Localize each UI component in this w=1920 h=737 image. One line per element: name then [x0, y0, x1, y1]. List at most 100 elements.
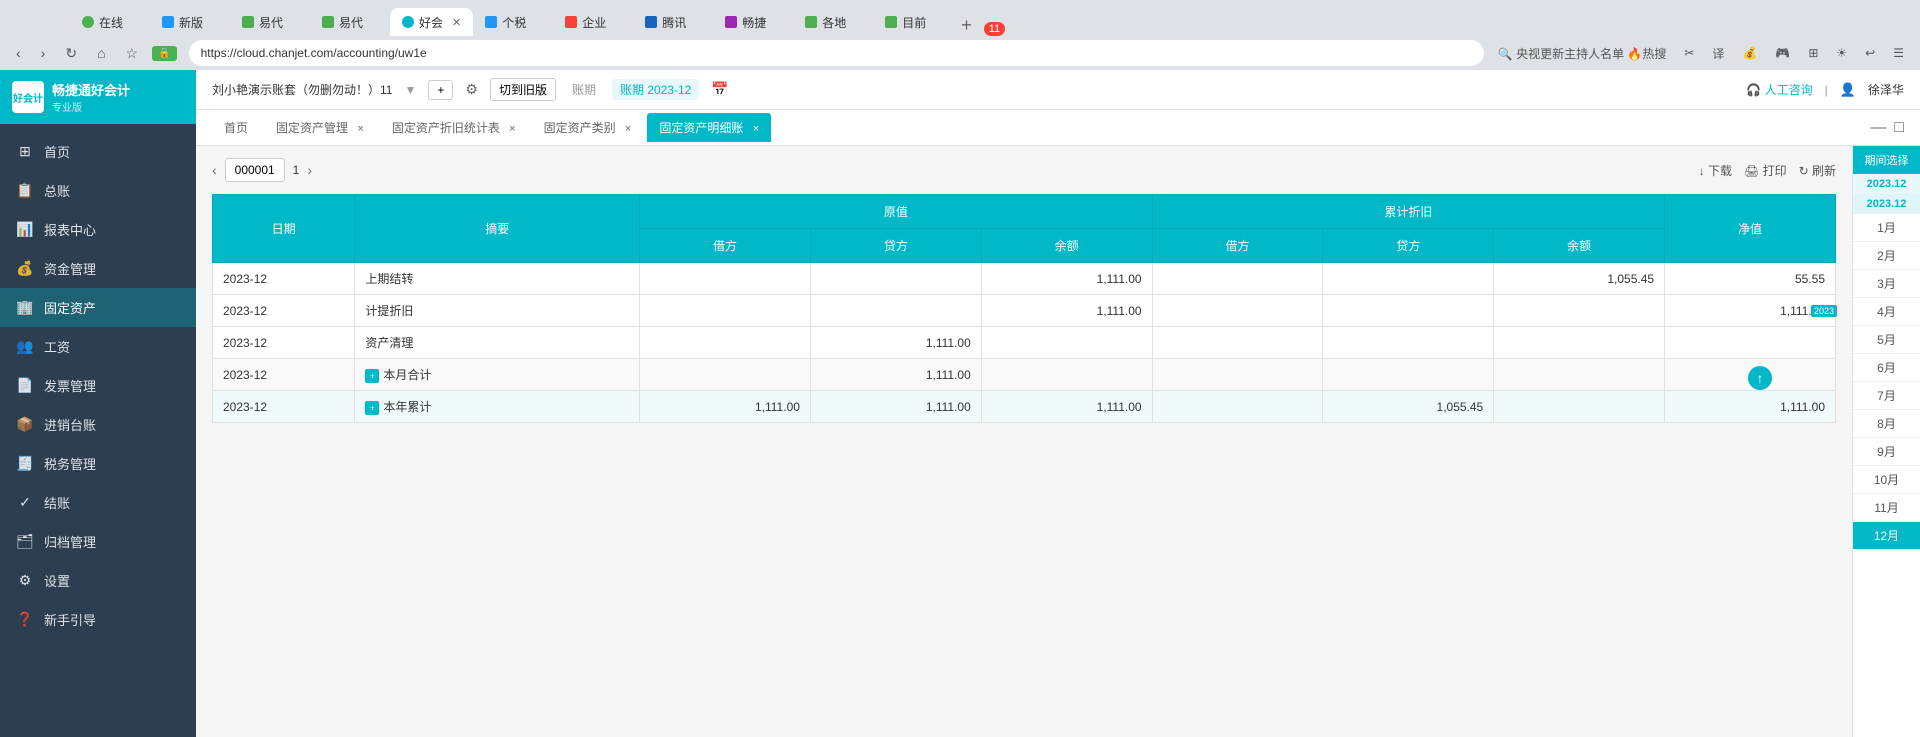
- theme-button[interactable]: ☀: [1830, 44, 1853, 62]
- menu-button[interactable]: ☰: [1887, 44, 1910, 62]
- period-year-active[interactable]: 2023.12: [1853, 194, 1920, 214]
- period-month-3[interactable]: 3月: [1853, 270, 1920, 298]
- period-year-2023[interactable]: 2023.12: [1853, 174, 1920, 194]
- cell-accum-balance: [1494, 359, 1665, 391]
- period-month-8[interactable]: 8月: [1853, 410, 1920, 438]
- tab-label: 腾讯: [662, 14, 686, 31]
- customer-service-button[interactable]: 🎧 人工咨询: [1746, 81, 1812, 98]
- th-accum-credit: 贷方: [1323, 229, 1494, 263]
- tab-depreciation-stats-close[interactable]: ×: [509, 123, 515, 135]
- cut-button[interactable]: ✂: [1678, 44, 1700, 62]
- browser-tab-yidai1[interactable]: 易代: [230, 8, 310, 36]
- tab-favicon: [82, 16, 94, 28]
- browser-tab-gedi[interactable]: 各地: [793, 8, 873, 36]
- sidebar-item-home[interactable]: ⊞ 首页: [0, 132, 196, 171]
- period-month-5[interactable]: 5月: [1853, 326, 1920, 354]
- grid-button[interactable]: ⊞: [1802, 44, 1824, 62]
- sidebar-item-archive[interactable]: 🗂 归档管理: [0, 522, 196, 561]
- forward-button[interactable]: ›: [35, 43, 52, 63]
- scroll-up-button[interactable]: ↑: [1748, 366, 1772, 390]
- tab-close-icon[interactable]: ✕: [452, 16, 461, 29]
- sidebar-item-settings[interactable]: ⚙ 设置: [0, 561, 196, 600]
- tab-fixed-assets-mgmt-close[interactable]: ×: [357, 123, 363, 135]
- sidebar-item-guide[interactable]: ❓ 新手引导: [0, 600, 196, 639]
- translate-button[interactable]: 译: [1706, 43, 1730, 64]
- game-button[interactable]: 🎮: [1769, 44, 1796, 62]
- bookmark-button[interactable]: ☆: [120, 43, 145, 64]
- sidebar-label-archive: 归档管理: [44, 532, 96, 551]
- sidebar-item-inventory[interactable]: 📦 进销台账: [0, 405, 196, 444]
- prev-record-button[interactable]: ‹: [212, 162, 217, 178]
- browser-tab-geshui[interactable]: 个税: [473, 8, 553, 36]
- next-record-button[interactable]: ›: [307, 162, 312, 178]
- period-month-12[interactable]: 12月: [1853, 522, 1920, 550]
- sidebar-label-guide: 新手引导: [44, 610, 96, 629]
- calendar-button[interactable]: 📅: [711, 81, 728, 98]
- tab-asset-detail-close[interactable]: ×: [753, 123, 759, 135]
- browser-tab-online[interactable]: 在线: [70, 8, 150, 36]
- tab-depreciation-stats[interactable]: 固定资产折旧统计表 ×: [380, 113, 528, 142]
- company-name: 刘小艳演示账套（勿删勿动！）11: [212, 81, 392, 98]
- period-month-4[interactable]: 4月: [1853, 298, 1920, 326]
- new-tab-button[interactable]: +: [953, 15, 980, 36]
- tab-favicon: [805, 16, 817, 28]
- tab-label: 易代: [259, 14, 283, 31]
- sidebar-label-closing: 结账: [44, 493, 70, 512]
- tab-asset-detail-label: 固定资产明细账: [659, 121, 743, 135]
- browser-tab-tengxun[interactable]: 腾讯: [633, 8, 713, 36]
- print-button[interactable]: 🖨 打印: [1744, 162, 1787, 179]
- tab-asset-detail[interactable]: 固定资产明细账 ×: [647, 113, 771, 142]
- sidebar-item-tax[interactable]: 🧾 税务管理: [0, 444, 196, 483]
- browser-tab-muqian[interactable]: 目前: [873, 8, 953, 36]
- record-number-input[interactable]: [225, 158, 285, 182]
- settings-small-button[interactable]: ⚙: [465, 81, 478, 98]
- tab-home[interactable]: 首页: [212, 113, 260, 142]
- undo-button[interactable]: ↩: [1859, 44, 1881, 62]
- sidebar-item-salary[interactable]: 👥 工资: [0, 327, 196, 366]
- minimize-window-button[interactable]: —: [1870, 119, 1886, 137]
- browser-tab-new[interactable]: 新版: [150, 8, 230, 36]
- sidebar-item-report[interactable]: 📊 报表中心: [0, 210, 196, 249]
- browser-tab-changjie[interactable]: 畅捷: [713, 8, 793, 36]
- maximize-window-button[interactable]: □: [1894, 119, 1904, 137]
- separator1: 账期: [572, 81, 596, 98]
- cell-orig-credit: 1,111.00: [810, 391, 981, 423]
- cell-accum-credit: [1323, 359, 1494, 391]
- period-month-6[interactable]: 6月: [1853, 354, 1920, 382]
- browser-tab-yidai2[interactable]: 易代: [310, 8, 390, 36]
- period-month-2[interactable]: 2月: [1853, 242, 1920, 270]
- tab-fixed-assets-mgmt[interactable]: 固定资产管理 ×: [264, 113, 376, 142]
- refresh-button[interactable]: ↻: [59, 43, 83, 64]
- add-account-button[interactable]: +: [428, 80, 453, 100]
- sidebar-item-ledger[interactable]: 📋 总账: [0, 171, 196, 210]
- dropdown-arrow[interactable]: ▼: [404, 83, 416, 97]
- tab-fixed-assets-mgmt-label: 固定资产管理: [276, 121, 348, 135]
- sidebar-item-closing[interactable]: ✓ 结账: [0, 483, 196, 522]
- browser-tab-qiye[interactable]: 企业: [553, 8, 633, 36]
- sidebar-item-invoice[interactable]: 📄 发票管理: [0, 366, 196, 405]
- cell-orig-credit: 1,111.00: [810, 327, 981, 359]
- wallet-button[interactable]: 💰: [1736, 44, 1763, 62]
- switch-version-button[interactable]: 切到旧版: [490, 78, 556, 101]
- period-month-7[interactable]: 7月: [1853, 382, 1920, 410]
- sidebar-item-funds[interactable]: 💰 资金管理: [0, 249, 196, 288]
- browser-tab-haokuai[interactable]: 好会 ✕: [390, 8, 473, 36]
- back-button[interactable]: ‹: [10, 43, 27, 63]
- period-month-11[interactable]: 11月: [1853, 494, 1920, 522]
- period-month-9[interactable]: 9月: [1853, 438, 1920, 466]
- download-button[interactable]: ↓ 下载: [1699, 162, 1732, 179]
- cell-orig-balance: 1,111.00: [981, 391, 1152, 423]
- sidebar-item-assets[interactable]: 🏢 固定资产: [0, 288, 196, 327]
- search-button[interactable]: 🔍 央视更新主持人名单 🔥热搜: [1492, 43, 1673, 64]
- tab-asset-category[interactable]: 固定资产类别 ×: [532, 113, 644, 142]
- cell-date: 2023-12: [213, 359, 355, 391]
- cell-orig-credit: [810, 263, 981, 295]
- guide-icon: ❓: [16, 611, 34, 629]
- address-bar-input[interactable]: [189, 40, 1484, 66]
- period-month-1[interactable]: 1月: [1853, 214, 1920, 242]
- period-panel: 期间选择 2023.12 2023.12 1月 2月 3月 4月 5月 6月 7…: [1852, 146, 1920, 737]
- tab-asset-category-close[interactable]: ×: [625, 123, 631, 135]
- home-button[interactable]: ⌂: [91, 43, 111, 63]
- refresh-data-button[interactable]: ↻ 刷新: [1799, 162, 1836, 179]
- period-month-10[interactable]: 10月: [1853, 466, 1920, 494]
